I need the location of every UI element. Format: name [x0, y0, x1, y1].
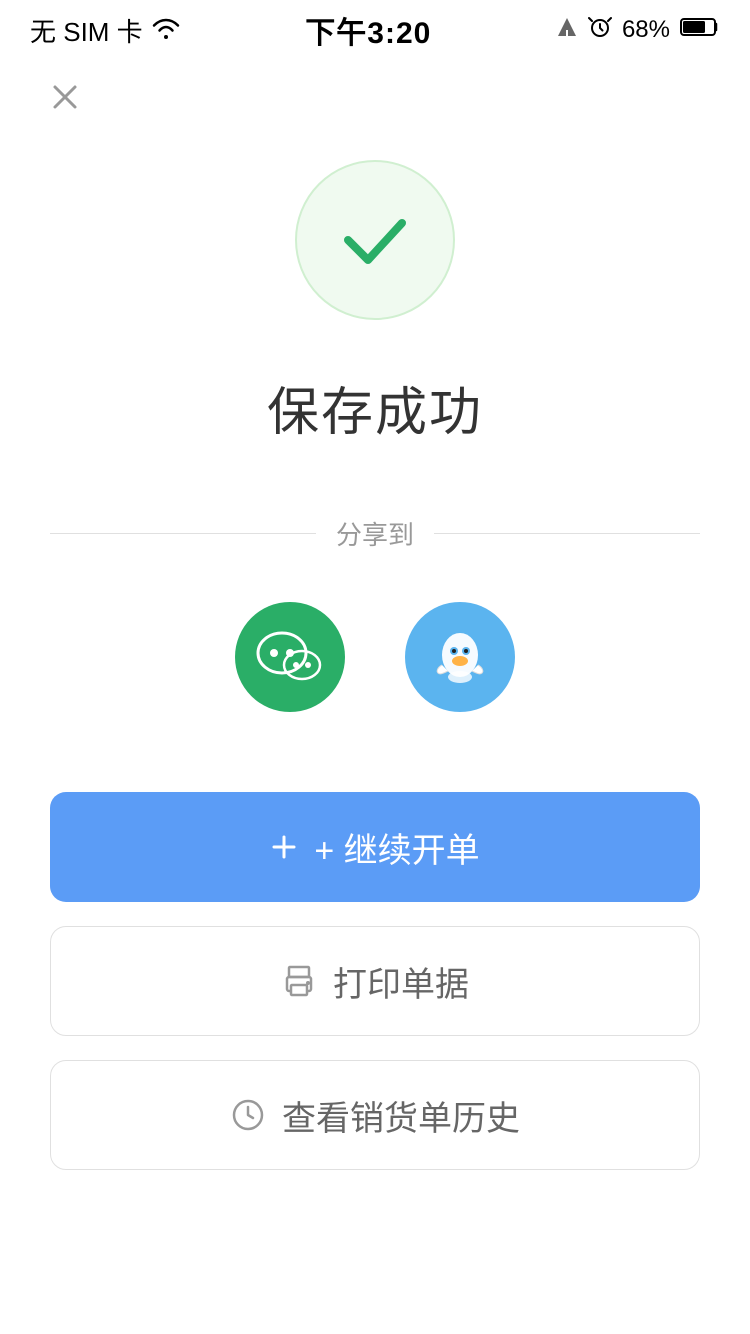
divider-line-right	[434, 533, 700, 534]
plus-icon	[270, 833, 298, 861]
status-left: 无 SIM 卡	[30, 12, 181, 49]
continue-label: + 继续开单	[314, 823, 479, 872]
wifi-icon	[151, 15, 181, 46]
share-icons	[50, 602, 700, 712]
history-icon	[230, 1097, 266, 1133]
action-buttons: + 继续开单 打印单据 查看销货单历史	[0, 792, 750, 1170]
share-label: 分享到	[336, 515, 414, 552]
wechat-share-button[interactable]	[235, 602, 345, 712]
continue-button[interactable]: + 继续开单	[50, 792, 700, 902]
share-section: 分享到	[0, 515, 750, 712]
checkmark-icon	[330, 195, 420, 285]
sim-label: 无 SIM 卡	[30, 12, 143, 49]
divider-line-left	[50, 533, 316, 534]
success-icon-wrapper	[295, 160, 455, 320]
status-right: 68%	[556, 15, 720, 46]
qq-share-button[interactable]	[405, 602, 515, 712]
main-content: 保存成功 分享到	[0, 60, 750, 1170]
history-button[interactable]: 查看销货单历史	[50, 1060, 700, 1170]
print-label: 打印单据	[333, 957, 469, 1006]
share-divider: 分享到	[50, 515, 700, 552]
qq-icon	[426, 623, 494, 691]
alarm-icon	[588, 15, 612, 46]
location-icon	[556, 16, 578, 45]
print-button[interactable]: 打印单据	[50, 926, 700, 1036]
history-label: 查看销货单历史	[282, 1091, 520, 1140]
wechat-icon	[256, 627, 324, 687]
battery-icon	[680, 16, 720, 45]
status-bar: 无 SIM 卡 下午3:20 68%	[0, 0, 750, 60]
print-icon	[281, 963, 317, 999]
close-button[interactable]	[40, 72, 90, 122]
success-title: 保存成功	[267, 370, 483, 445]
status-time: 下午3:20	[305, 8, 431, 52]
battery-percent: 68%	[622, 16, 670, 44]
